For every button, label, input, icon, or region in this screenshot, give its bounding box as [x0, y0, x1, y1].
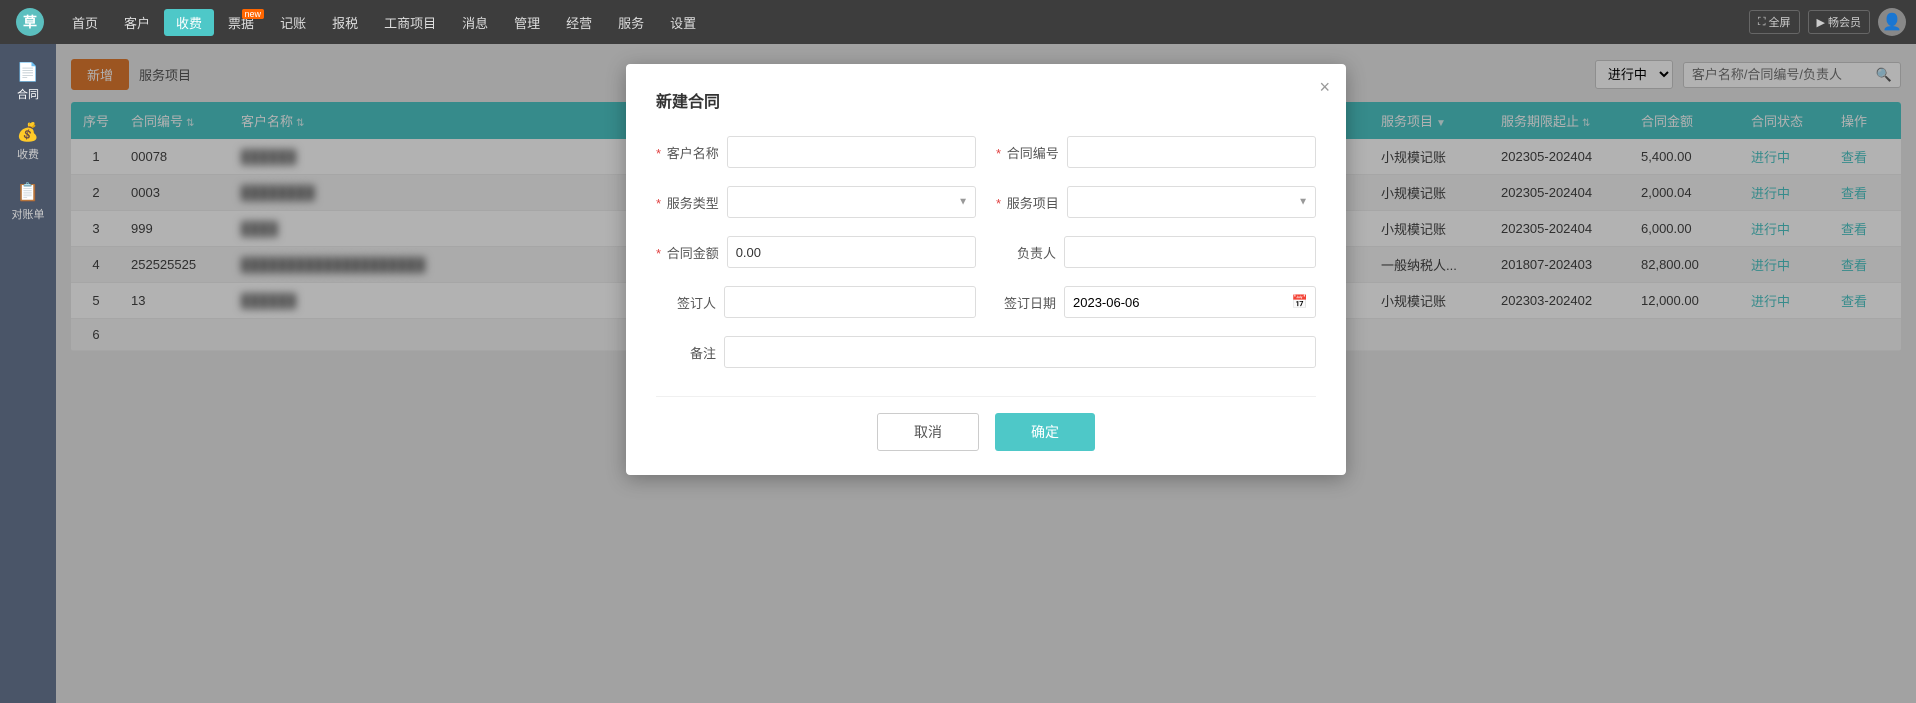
sidebar-item-fee[interactable]: 💰 收费 — [2, 114, 54, 170]
owner-field: 负责人 — [996, 236, 1316, 268]
sidebar-item-contract[interactable]: 📄 合同 — [2, 54, 54, 110]
confirm-button[interactable]: 确定 — [995, 413, 1095, 451]
logo-icon: 草 — [16, 8, 44, 36]
member-button[interactable]: ▶ 畅会员 — [1808, 10, 1870, 34]
avatar[interactable]: 👤 — [1878, 8, 1906, 36]
service-item-label: * 服务项目 — [996, 193, 1059, 212]
avatar-icon: 👤 — [1882, 12, 1902, 32]
nav-item-bookkeeping[interactable]: 记账 — [268, 9, 318, 36]
nav-right: ⛶ 全屏 ▶ 畅会员 👤 — [1749, 8, 1906, 36]
play-icon: ▶ — [1817, 16, 1825, 29]
form-row-1: * 客户名称 * 合同编号 — [656, 136, 1316, 168]
signer-input[interactable] — [724, 286, 976, 318]
signer-label: 签订人 — [656, 293, 716, 312]
fullscreen-icon: ⛶ — [1758, 16, 1766, 29]
owner-label: 负责人 — [996, 243, 1056, 262]
required-star-3: * — [656, 196, 661, 211]
form-row-4: 签订人 签订日期 📅 — [656, 286, 1316, 318]
nav-item-home[interactable]: 首页 — [60, 9, 110, 36]
top-nav: 草 首页 客户 收费 票据 new 记账 报税 工商项目 消息 管理 经营 服务… — [0, 0, 1916, 44]
date-input-wrapper: 📅 — [1064, 286, 1316, 318]
main-layout: 📄 合同 💰 收费 📋 对账单 新增 服务项目 进行中 已完成 全部 🔍 — [0, 44, 1916, 703]
sign-date-input[interactable] — [1064, 286, 1316, 318]
nav-item-tax[interactable]: 报税 — [320, 9, 370, 36]
required-star-1: * — [656, 146, 661, 161]
contract-no-label: * 合同编号 — [996, 143, 1059, 162]
client-name-field: * 客户名称 — [656, 136, 976, 168]
content-area: 新增 服务项目 进行中 已完成 全部 🔍 序号 合同编号⇅ 客户名称⇅ — [56, 44, 1916, 703]
nav-item-manage[interactable]: 管理 — [502, 9, 552, 36]
fee-icon: 💰 — [17, 122, 39, 143]
required-star-2: * — [996, 146, 1001, 161]
sidebar: 📄 合同 💰 收费 📋 对账单 — [0, 44, 56, 703]
client-name-label: * 客户名称 — [656, 143, 719, 162]
sign-date-label: 签订日期 — [996, 293, 1056, 312]
amount-field: * 合同金额 — [656, 236, 976, 268]
close-button[interactable]: × — [1319, 78, 1330, 96]
note-input[interactable] — [724, 336, 1316, 368]
form-row-5: 备注 — [656, 336, 1316, 368]
nav-item-settings[interactable]: 设置 — [658, 9, 708, 36]
calendar-icon[interactable]: 📅 — [1292, 294, 1308, 310]
sidebar-item-statement[interactable]: 📋 对账单 — [2, 174, 54, 230]
service-type-select[interactable] — [727, 186, 976, 218]
amount-input[interactable] — [727, 236, 976, 268]
contract-no-input[interactable] — [1067, 136, 1316, 168]
required-star-4: * — [996, 196, 1001, 211]
nav-item-message[interactable]: 消息 — [450, 9, 500, 36]
nav-item-fee[interactable]: 收费 — [164, 9, 214, 36]
modal-overlay: 新建合同 × * 客户名称 * 合同编号 — [56, 44, 1916, 703]
service-item-field: * 服务项目 ▼ — [996, 186, 1316, 218]
service-type-label: * 服务类型 — [656, 193, 719, 212]
nav-item-service[interactable]: 服务 — [606, 9, 656, 36]
form-row-3: * 合同金额 负责人 — [656, 236, 1316, 268]
contract-icon: 📄 — [17, 62, 39, 83]
modal-footer: 取消 确定 — [656, 396, 1316, 451]
service-type-field: * 服务类型 ▼ — [656, 186, 976, 218]
new-contract-modal: 新建合同 × * 客户名称 * 合同编号 — [626, 64, 1346, 475]
nav-item-client[interactable]: 客户 — [112, 9, 162, 36]
new-badge: new — [242, 9, 265, 19]
statement-icon: 📋 — [17, 182, 39, 203]
note-label: 备注 — [656, 343, 716, 362]
logo[interactable]: 草 — [10, 2, 50, 42]
nav-items: 首页 客户 收费 票据 new 记账 报税 工商项目 消息 管理 经营 服务 设… — [60, 9, 1749, 36]
modal-title: 新建合同 — [656, 88, 1316, 112]
service-item-select-wrapper: ▼ — [1067, 186, 1316, 218]
amount-label: * 合同金额 — [656, 243, 719, 262]
note-field: 备注 — [656, 336, 1316, 368]
client-name-input[interactable] — [727, 136, 976, 168]
nav-item-business[interactable]: 工商项目 — [372, 9, 448, 36]
fullscreen-button[interactable]: ⛶ 全屏 — [1749, 10, 1800, 34]
sign-date-field: 签订日期 📅 — [996, 286, 1316, 318]
cancel-button[interactable]: 取消 — [877, 413, 979, 451]
contract-no-field: * 合同编号 — [996, 136, 1316, 168]
signer-field: 签订人 — [656, 286, 976, 318]
form-row-2: * 服务类型 ▼ * 服务项目 — [656, 186, 1316, 218]
nav-item-ticket[interactable]: 票据 new — [216, 9, 266, 36]
required-star-5: * — [656, 246, 661, 261]
owner-input[interactable] — [1064, 236, 1316, 268]
service-type-select-wrapper: ▼ — [727, 186, 976, 218]
service-item-select[interactable] — [1067, 186, 1316, 218]
nav-item-operation[interactable]: 经营 — [554, 9, 604, 36]
